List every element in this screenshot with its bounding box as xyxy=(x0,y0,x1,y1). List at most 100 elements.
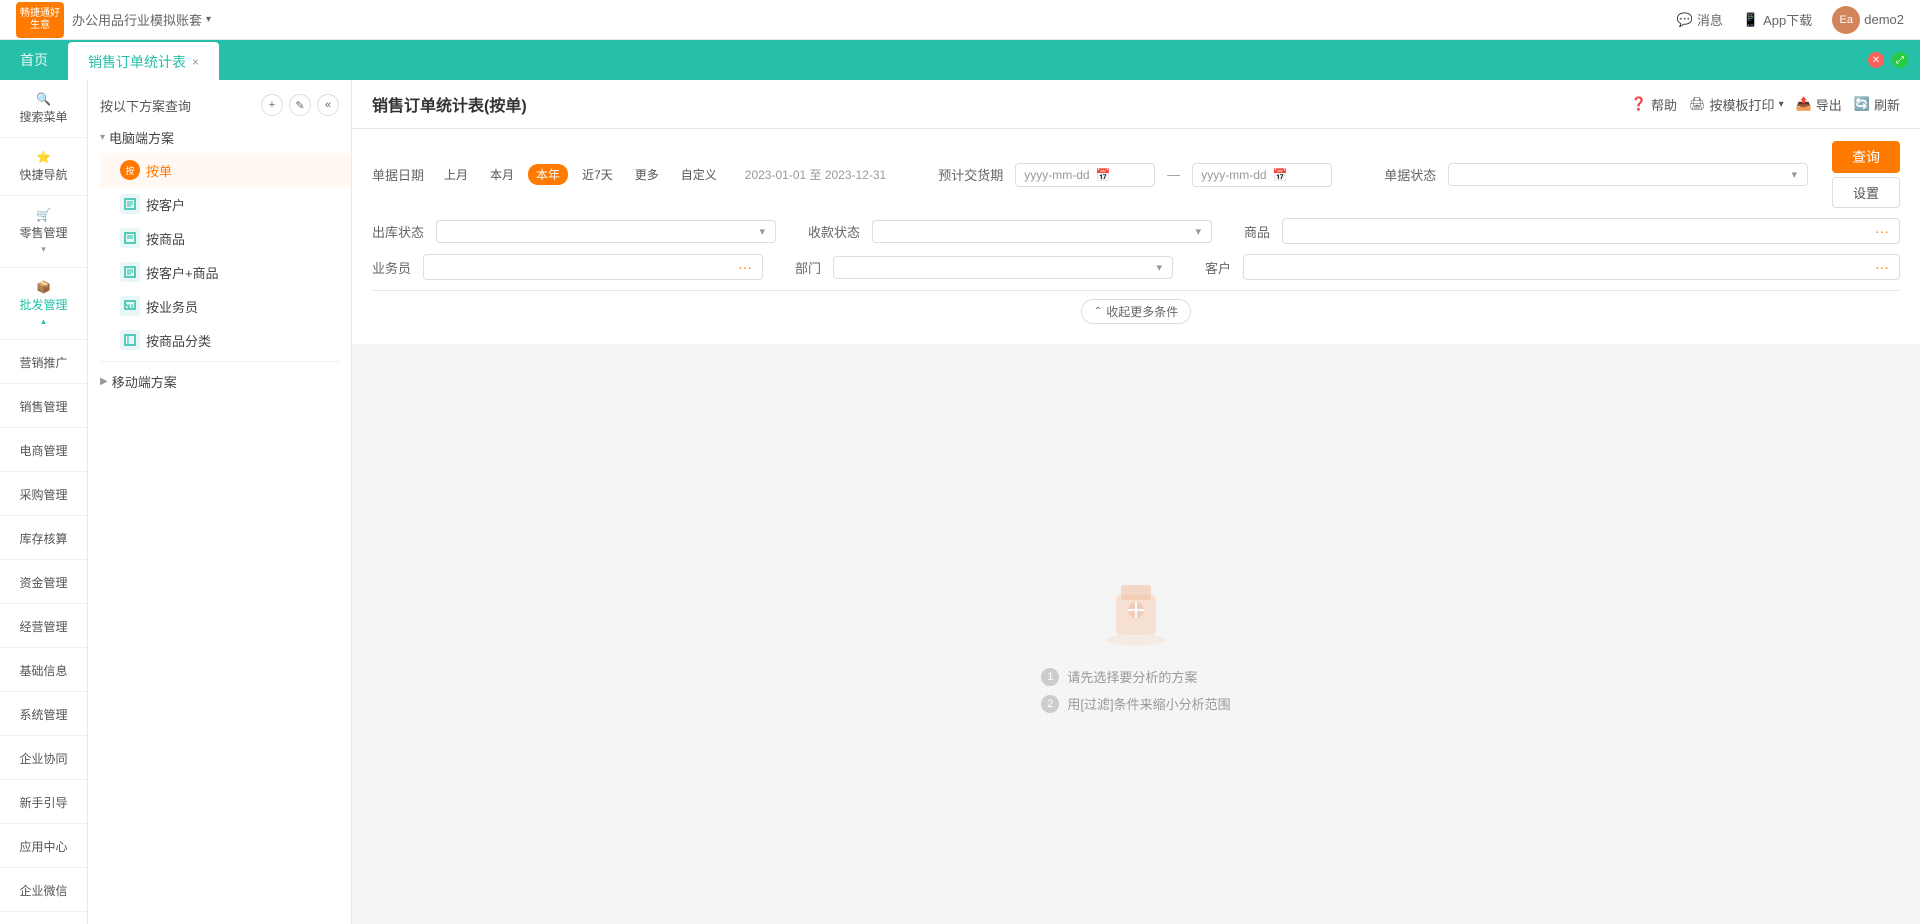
sidebar-enterprise-label: 企业协同 xyxy=(4,750,83,767)
date-end-input[interactable]: yyyy-mm-dd 📅 xyxy=(1192,163,1332,187)
filter-row-3: 业务员 ··· 部门 ▾ 客户 ··· xyxy=(372,254,1900,280)
date-tab-this-year[interactable]: 本年 xyxy=(528,164,568,185)
topbar-right: 💬 消息 📱 App下载 Ea demo2 xyxy=(1677,6,1904,34)
sidebar-item-operation[interactable]: 经营管理 xyxy=(0,604,87,648)
message-btn[interactable]: 💬 消息 xyxy=(1677,10,1723,29)
tree-item-by-staff[interactable]: 按业务员 xyxy=(100,289,351,323)
sidebar-item-member[interactable]: 畅会员 xyxy=(0,912,87,924)
help-label: 帮助 xyxy=(1651,95,1677,114)
window-maximize-btn[interactable]: ⤢ xyxy=(1892,52,1908,68)
sidebar-item-system[interactable]: 系统管理 xyxy=(0,692,87,736)
product-select[interactable]: ··· xyxy=(1282,218,1900,244)
sidebar-item-retail[interactable]: 🛒 零售管理 ▾ xyxy=(0,196,87,268)
tree-item-by-category[interactable]: 按商品分类 xyxy=(100,323,351,357)
tab-home-label: 首页 xyxy=(20,50,48,70)
date-start-input[interactable]: yyyy-mm-dd 📅 xyxy=(1015,163,1155,187)
shipment-chevron: ▾ xyxy=(759,225,765,238)
refresh-btn[interactable]: 🔄 刷新 xyxy=(1854,95,1900,114)
panel-header: 按以下方案查询 + ✎ « xyxy=(88,88,351,122)
sidebar-system-label: 系统管理 xyxy=(4,706,83,723)
tab-home[interactable]: 首页 xyxy=(0,40,68,80)
date-tab-custom[interactable]: 自定义 xyxy=(673,164,725,185)
dept-select[interactable]: ▾ xyxy=(833,256,1173,279)
window-close-btn[interactable]: ✕ xyxy=(1868,52,1884,68)
query-button[interactable]: 查询 xyxy=(1832,141,1900,173)
tab-close-icon[interactable]: × xyxy=(192,55,199,69)
staff-select[interactable]: ··· xyxy=(423,254,763,280)
shipment-status-select[interactable]: ▾ xyxy=(436,220,776,243)
industry-selector[interactable]: 办公用品行业模拟账套 ▾ xyxy=(72,10,211,29)
tab-active-label: 销售订单统计表 xyxy=(88,52,186,72)
sidebar-item-enterprise[interactable]: 企业协同 xyxy=(0,736,87,780)
message-label: 消息 xyxy=(1697,10,1723,29)
help-btn[interactable]: ❓ 帮助 xyxy=(1631,95,1677,114)
avatar: Ea xyxy=(1832,6,1860,34)
tree-item-by-order[interactable]: 按 按单 xyxy=(100,153,351,187)
customer-select[interactable]: ··· xyxy=(1243,254,1900,280)
pc-tree-items: 按 按单 按客户 按商品 xyxy=(88,153,351,357)
export-btn[interactable]: 📤 导出 xyxy=(1796,95,1842,114)
collapse-more-btn[interactable]: ⌃ 收起更多条件 xyxy=(1081,299,1191,324)
by-category-icon xyxy=(120,330,140,350)
by-staff-icon xyxy=(120,296,140,316)
sidebar-quick-nav[interactable]: ⭐ 快捷导航 xyxy=(0,138,87,196)
template-print-btn[interactable]: 🖨 按模板打印 ▾ xyxy=(1689,95,1784,114)
tree-item-by-customer[interactable]: 按客户 xyxy=(100,187,351,221)
tip-text-1: 请先选择要分析的方案 xyxy=(1067,667,1197,686)
tree-item-by-cust-prod[interactable]: 按客户+商品 xyxy=(100,255,351,289)
date-tab-this-month[interactable]: 本月 xyxy=(482,164,522,185)
sidebar-search[interactable]: 🔍 搜索菜单 xyxy=(0,80,87,138)
by-category-label: 按商品分类 xyxy=(146,331,211,350)
sidebar-item-finance[interactable]: 资金管理 xyxy=(0,560,87,604)
sidebar-item-sales[interactable]: 销售管理 xyxy=(0,384,87,428)
sidebar-basic-label: 基础信息 xyxy=(4,662,83,679)
mobile-group[interactable]: ▶ 移动端方案 xyxy=(88,366,351,397)
page-header: 销售订单统计表(按单) ❓ 帮助 🖨 按模板打印 ▾ 📤 导出 xyxy=(352,80,1920,129)
sidebar-item-newbie[interactable]: 新手引导 xyxy=(0,780,87,824)
by-cust-prod-label: 按客户+商品 xyxy=(146,263,219,282)
filter-actions: 查询 设置 xyxy=(1820,141,1900,208)
empty-tip-1: 1 请先选择要分析的方案 xyxy=(1041,667,1230,686)
add-scheme-btn[interactable]: + xyxy=(261,94,283,116)
date-tab-more[interactable]: 更多 xyxy=(627,164,667,185)
message-icon: 💬 xyxy=(1677,12,1693,28)
product-dots-btn[interactable]: ··· xyxy=(1875,223,1889,239)
sidebar-finance-label: 资金管理 xyxy=(4,574,83,591)
edit-scheme-btn[interactable]: ✎ xyxy=(289,94,311,116)
tab-sales-order-stats[interactable]: 销售订单统计表 × xyxy=(68,42,219,82)
collapse-bar[interactable]: ⌃ 收起更多条件 xyxy=(372,290,1900,332)
filter-section: 单据日期 上月 本月 本年 近7天 更多 自定义 2023-01-01 至 20… xyxy=(352,129,1920,344)
bill-status-select[interactable]: ▾ xyxy=(1448,163,1808,186)
left-panel: 按以下方案查询 + ✎ « ▾ 电脑端方案 按 按单 xyxy=(88,80,352,924)
bill-status-label: 单据状态 xyxy=(1384,165,1436,184)
date-tab-last-month[interactable]: 上月 xyxy=(436,164,476,185)
sidebar-item-ecommerce[interactable]: 电商管理 xyxy=(0,428,87,472)
customer-dots-btn[interactable]: ··· xyxy=(1875,259,1889,275)
sidebar-item-appcenter[interactable]: 应用中心 xyxy=(0,824,87,868)
empty-illustration xyxy=(1086,555,1186,655)
panel-title: 按以下方案查询 xyxy=(100,96,191,115)
page-title: 销售订单统计表(按单) xyxy=(372,92,527,116)
sidebar-item-inventory[interactable]: 库存核算 xyxy=(0,516,87,560)
date-tab-7days[interactable]: 近7天 xyxy=(574,164,621,185)
app-download-label: App下载 xyxy=(1763,10,1812,29)
collapse-chevron-icon: ⌃ xyxy=(1094,306,1102,317)
user-profile[interactable]: Ea demo2 xyxy=(1832,6,1904,34)
sidebar-purchase-label: 采购管理 xyxy=(4,486,83,503)
sidebar-item-purchase[interactable]: 采购管理 xyxy=(0,472,87,516)
sidebar-item-basic[interactable]: 基础信息 xyxy=(0,648,87,692)
sidebar-item-corpwechat[interactable]: 企业微信 xyxy=(0,868,87,912)
template-print-label: 按模板打印 xyxy=(1710,95,1775,114)
date-tabs: 上月 本月 本年 近7天 更多 自定义 xyxy=(436,164,725,185)
collapse-panel-btn[interactable]: « xyxy=(317,94,339,116)
staff-dots-btn[interactable]: ··· xyxy=(738,259,752,275)
window-controls: ✕ ⤢ xyxy=(1868,52,1920,68)
payment-status-select[interactable]: ▾ xyxy=(872,220,1212,243)
app-download-btn[interactable]: 📱 App下载 xyxy=(1743,10,1812,29)
refresh-label: 刷新 xyxy=(1874,95,1900,114)
sidebar-item-marketing[interactable]: 营销推广 xyxy=(0,340,87,384)
sidebar-item-wholesale[interactable]: 📦 批发管理 ▴ xyxy=(0,268,87,340)
pc-group[interactable]: ▾ 电脑端方案 xyxy=(88,122,351,153)
tree-item-by-product[interactable]: 按商品 xyxy=(100,221,351,255)
setting-button[interactable]: 设置 xyxy=(1832,177,1900,208)
